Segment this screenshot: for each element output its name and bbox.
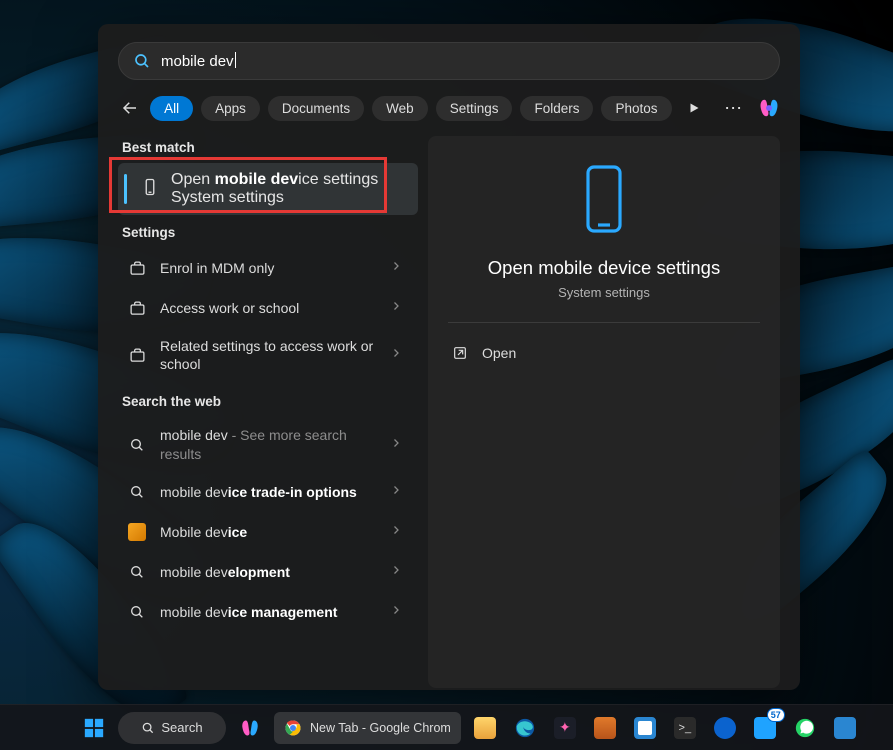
result-label: Related settings to access work or schoo…	[160, 337, 378, 373]
taskbar-app-3[interactable]	[709, 712, 741, 744]
start-search-panel: mobile dev All Apps Documents Web Settin…	[98, 24, 800, 690]
search-icon	[133, 52, 151, 70]
chevron-right-icon	[390, 259, 404, 277]
search-icon	[126, 434, 148, 456]
chevron-right-icon	[390, 346, 404, 364]
start-button[interactable]	[78, 712, 110, 744]
filter-web[interactable]: Web	[372, 96, 428, 121]
chevron-right-icon	[390, 523, 404, 541]
preview-subtitle: System settings	[558, 285, 650, 300]
filter-photos[interactable]: Photos	[601, 96, 671, 121]
taskbar-app-5[interactable]	[829, 712, 861, 744]
best-match-result[interactable]: Open mobile device settings System setti…	[118, 163, 418, 215]
taskbar-app-2[interactable]	[589, 712, 621, 744]
copilot-icon	[758, 97, 780, 119]
taskbar-app-1[interactable]: ✦	[549, 712, 581, 744]
taskbar-app-4[interactable]: 57	[749, 712, 781, 744]
taskbar-store[interactable]	[629, 712, 661, 744]
search-input-value: mobile dev	[161, 52, 236, 70]
best-match-title: Open mobile device settings System setti…	[171, 171, 378, 207]
result-label: mobile development	[160, 563, 378, 581]
settings-result[interactable]: Enrol in MDM only	[118, 248, 414, 288]
filter-all[interactable]: All	[150, 96, 193, 121]
image-icon	[126, 521, 148, 543]
taskbar-chrome-title: New Tab - Google Chrom	[310, 721, 451, 735]
chevron-right-icon	[390, 483, 404, 501]
settings-result[interactable]: Related settings to access work or schoo…	[118, 328, 414, 382]
section-search-web: Search the web	[122, 394, 414, 409]
search-icon	[126, 601, 148, 623]
section-settings: Settings	[122, 225, 414, 240]
filter-documents[interactable]: Documents	[268, 96, 364, 121]
settings-result[interactable]: Access work or school	[118, 288, 414, 328]
taskbar-search-label: Search	[161, 720, 202, 735]
briefcase-icon	[126, 257, 148, 279]
phone-large-icon	[580, 164, 628, 239]
copilot-button[interactable]	[758, 97, 780, 119]
preview-pane: Open mobile device settings System setti…	[428, 136, 780, 688]
filter-folders[interactable]: Folders	[520, 96, 593, 121]
taskbar-badge: 57	[767, 708, 785, 722]
search-input[interactable]: mobile dev	[118, 42, 780, 80]
result-label: Access work or school	[160, 299, 378, 317]
separator	[448, 322, 760, 323]
chevron-right-icon	[390, 299, 404, 317]
web-result[interactable]: mobile dev - See more search results	[118, 417, 414, 471]
search-icon	[126, 481, 148, 503]
result-label: Enrol in MDM only	[160, 259, 378, 277]
chrome-icon	[284, 719, 302, 737]
preview-title: Open mobile device settings	[488, 257, 720, 279]
result-label: mobile device trade-in options	[160, 483, 378, 501]
selection-indicator	[124, 174, 127, 204]
open-external-icon	[452, 345, 468, 361]
section-best-match: Best match	[122, 140, 414, 155]
whatsapp-icon	[794, 717, 816, 739]
briefcase-icon	[126, 344, 148, 366]
play-icon	[688, 102, 700, 114]
phone-icon	[141, 178, 159, 201]
filter-apps[interactable]: Apps	[201, 96, 260, 121]
windows-icon	[83, 717, 105, 739]
taskbar-chrome-window[interactable]: New Tab - Google Chrom	[274, 712, 461, 744]
arrow-left-icon	[121, 99, 139, 117]
open-action-label: Open	[482, 345, 516, 361]
open-action[interactable]: Open	[448, 339, 520, 367]
copilot-icon	[240, 718, 260, 738]
web-result[interactable]: Mobile device	[118, 512, 414, 552]
web-result[interactable]: mobile device management	[118, 592, 414, 632]
taskbar-edge[interactable]	[509, 712, 541, 744]
back-button[interactable]	[118, 94, 142, 122]
chevron-right-icon	[390, 563, 404, 581]
result-label: mobile device management	[160, 603, 378, 621]
filter-row: All Apps Documents Web Settings Folders …	[118, 94, 780, 122]
taskbar-whatsapp[interactable]	[789, 712, 821, 744]
taskbar-search[interactable]: Search	[118, 712, 226, 744]
result-label: Mobile device	[160, 523, 378, 541]
search-icon	[141, 721, 155, 735]
result-label: mobile dev - See more search results	[160, 426, 378, 462]
taskbar-explorer[interactable]	[469, 712, 501, 744]
edge-icon	[514, 717, 536, 739]
briefcase-icon	[126, 297, 148, 319]
desktop: mobile dev All Apps Documents Web Settin…	[0, 0, 893, 750]
taskbar: Search New Tab - Google Chrom ✦ >_ 57	[0, 704, 893, 750]
web-result[interactable]: mobile development	[118, 552, 414, 592]
chevron-right-icon	[390, 436, 404, 454]
more-options-button[interactable]: ⋯	[720, 98, 746, 119]
best-match-subtitle: System settings	[171, 189, 378, 207]
search-icon	[126, 561, 148, 583]
web-result[interactable]: mobile device trade-in options	[118, 472, 414, 512]
taskbar-terminal[interactable]: >_	[669, 712, 701, 744]
filter-more-play[interactable]	[684, 96, 705, 120]
filter-settings[interactable]: Settings	[436, 96, 513, 121]
taskbar-copilot[interactable]	[234, 712, 266, 744]
results-column: Best match Open mobile device settings S…	[118, 136, 414, 688]
chevron-right-icon	[390, 603, 404, 621]
